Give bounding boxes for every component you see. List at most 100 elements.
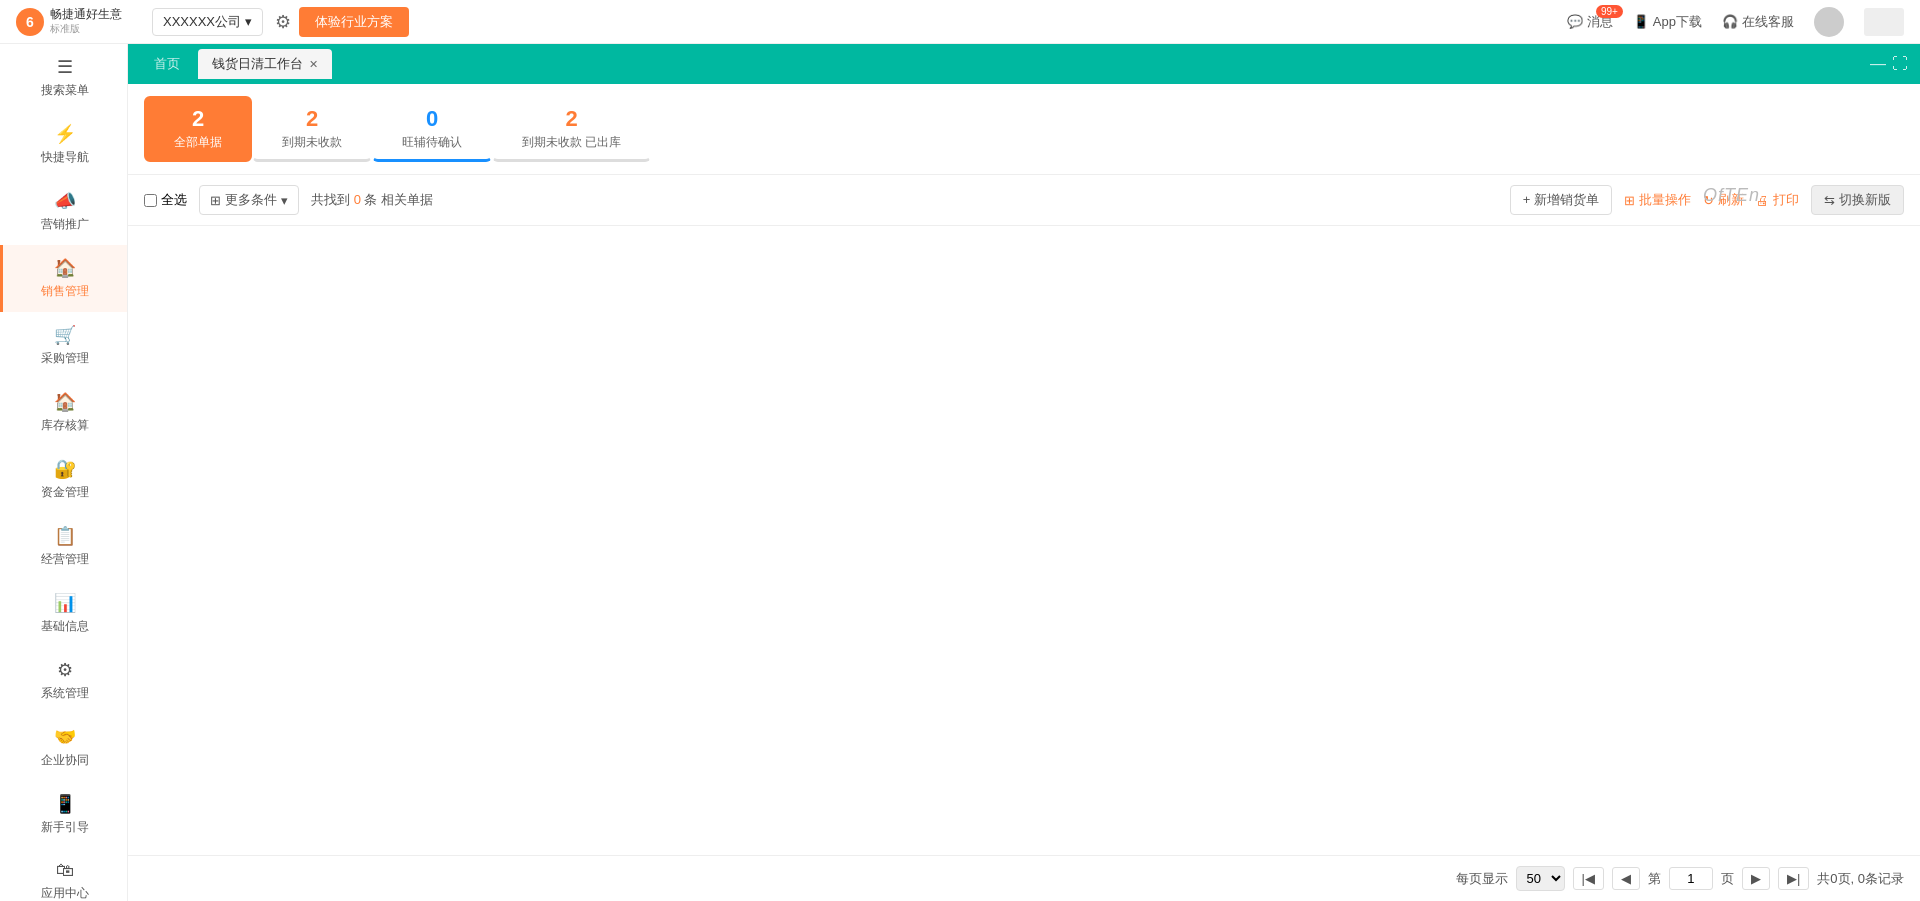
sidebar-item-marketing[interactable]: 📣 营销推广 bbox=[0, 178, 127, 245]
sidebar-label-inventory: 库存核算 bbox=[41, 417, 89, 434]
cooperation-icon: 🤝 bbox=[54, 726, 76, 748]
batch-label: 批量操作 bbox=[1639, 191, 1691, 209]
page-prev-button[interactable]: ◀ bbox=[1612, 867, 1640, 890]
summary-num-overdue: 2 bbox=[306, 106, 318, 132]
message-badge: 99+ bbox=[1596, 5, 1623, 18]
select-all-input[interactable] bbox=[144, 194, 157, 207]
sidebar-label-sales: 销售管理 bbox=[41, 283, 89, 300]
switch-button[interactable]: ⇆ 切换新版 bbox=[1811, 185, 1904, 215]
summary-label-overdue: 到期未收款 bbox=[282, 134, 342, 151]
sidebar-item-search-menu[interactable]: ☰ 搜索菜单 bbox=[0, 44, 127, 111]
quick-nav-icon: ⚡ bbox=[54, 123, 76, 145]
message-icon: 💬 bbox=[1567, 14, 1583, 29]
sidebar-label-basic-info: 基础信息 bbox=[41, 618, 89, 635]
sidebar-item-finance[interactable]: 🔐 资金管理 bbox=[0, 446, 127, 513]
page-input[interactable] bbox=[1669, 867, 1713, 890]
tab-home-label: 首页 bbox=[154, 55, 180, 73]
logo-edition: 标准版 bbox=[50, 22, 122, 36]
summary-card-shipped[interactable]: 2 到期未收款 已出库 bbox=[492, 96, 651, 162]
tab-minimize-btn[interactable]: — bbox=[1870, 55, 1886, 73]
sidebar: ☰ 搜索菜单 ⚡ 快捷导航 📣 营销推广 🏠 销售管理 🛒 采购管理 🏠 库存核… bbox=[0, 44, 128, 901]
company-name: XXXXXX公司 bbox=[163, 13, 241, 31]
sidebar-item-quick-nav[interactable]: ⚡ 快捷导航 bbox=[0, 111, 127, 178]
main-layout: ☰ 搜索菜单 ⚡ 快捷导航 📣 营销推广 🏠 销售管理 🛒 采购管理 🏠 库存核… bbox=[0, 44, 1920, 901]
refresh-label: 刷新 bbox=[1718, 191, 1744, 209]
print-button[interactable]: 🖨 打印 bbox=[1756, 191, 1799, 209]
tab-close-icon[interactable]: ✕ bbox=[309, 58, 318, 71]
summary-card-all[interactable]: 2 全部单据 bbox=[144, 96, 252, 162]
experience-button[interactable]: 体验行业方案 bbox=[299, 7, 409, 37]
avatar[interactable] bbox=[1814, 7, 1844, 37]
tab-home[interactable]: 首页 bbox=[140, 49, 194, 79]
filter-label: 更多条件 bbox=[225, 191, 277, 209]
filter-chevron-icon: ▾ bbox=[281, 193, 288, 208]
page-first-button[interactable]: |◀ bbox=[1573, 867, 1604, 890]
sidebar-item-cooperation[interactable]: 🤝 企业协同 bbox=[0, 714, 127, 781]
logo-name: 畅捷通好生意 bbox=[50, 7, 122, 23]
page-next-button[interactable]: ▶ bbox=[1742, 867, 1770, 890]
toolbar-right: + 新增销货单 ⊞ 批量操作 ↻ 刷新 🖨 打印 ⇆ bbox=[1510, 185, 1904, 215]
sidebar-item-inventory[interactable]: 🏠 库存核算 bbox=[0, 379, 127, 446]
sidebar-item-system[interactable]: ⚙ 系统管理 bbox=[0, 647, 127, 714]
page-label-end: 页 bbox=[1721, 870, 1734, 888]
chevron-down-icon: ▾ bbox=[245, 14, 252, 29]
download-icon: 📱 bbox=[1633, 14, 1649, 29]
online-service-label: 在线客服 bbox=[1742, 13, 1794, 31]
switch-label: 切换新版 bbox=[1839, 191, 1891, 209]
refresh-icon: ↻ bbox=[1703, 193, 1714, 208]
marketing-icon: 📣 bbox=[54, 190, 76, 212]
toolbar: 全选 ⊞ 更多条件 ▾ 共找到 0 条 相关单据 + 新增销货单 ⊞ 批量操作 bbox=[128, 175, 1920, 226]
purchase-icon: 🛒 bbox=[54, 324, 76, 346]
page-size-select[interactable]: 50 bbox=[1516, 866, 1565, 891]
tab-cash-work-label: 钱货日清工作台 bbox=[212, 55, 303, 73]
summary-num-shipped: 2 bbox=[566, 106, 578, 132]
add-sales-button[interactable]: + 新增销货单 bbox=[1510, 185, 1612, 215]
filter-button[interactable]: ⊞ 更多条件 ▾ bbox=[199, 185, 299, 215]
company-selector[interactable]: XXXXXX公司 ▾ bbox=[152, 8, 263, 36]
summary-bar: 2 全部单据 2 到期未收款 0 旺辅待确认 2 到期未收款 已出库 bbox=[128, 84, 1920, 175]
sidebar-label-quick-nav: 快捷导航 bbox=[41, 149, 89, 166]
summary-num-wangwang: 0 bbox=[426, 106, 438, 132]
summary-card-wangwang[interactable]: 0 旺辅待确认 bbox=[372, 96, 492, 162]
footer-bar: 每页显示 50 |◀ ◀ 第 页 ▶ ▶| 共0页, 0条记录 bbox=[128, 855, 1920, 901]
header-actions: ⚙ 体验行业方案 bbox=[275, 7, 409, 37]
sidebar-label-purchase: 采购管理 bbox=[41, 350, 89, 367]
tab-maximize-btn[interactable]: ⛶ bbox=[1892, 55, 1908, 73]
sidebar-item-app-center[interactable]: 🛍 应用中心 bbox=[0, 848, 127, 901]
system-icon: ⚙ bbox=[57, 659, 73, 681]
sidebar-item-guide[interactable]: 📱 新手引导 bbox=[0, 781, 127, 848]
tab-bar-actions: — ⛶ bbox=[1870, 55, 1908, 73]
app-center-icon: 🛍 bbox=[56, 860, 74, 881]
sidebar-label-system: 系统管理 bbox=[41, 685, 89, 702]
batch-button[interactable]: ⊞ 批量操作 bbox=[1624, 191, 1691, 209]
user-extra[interactable] bbox=[1864, 8, 1904, 36]
summary-label-all: 全部单据 bbox=[174, 134, 222, 151]
gear-icon[interactable]: ⚙ bbox=[275, 11, 291, 33]
tab-cash-work[interactable]: 钱货日清工作台 ✕ bbox=[198, 49, 332, 79]
sidebar-item-purchase[interactable]: 🛒 采购管理 bbox=[0, 312, 127, 379]
guide-icon: 📱 bbox=[54, 793, 76, 815]
summary-card-overdue[interactable]: 2 到期未收款 bbox=[252, 96, 372, 162]
message-item[interactable]: 💬 消息 99+ bbox=[1567, 13, 1613, 31]
summary-label-shipped: 到期未收款 已出库 bbox=[522, 134, 621, 151]
sidebar-item-basic-info[interactable]: 📊 基础信息 bbox=[0, 580, 127, 647]
sidebar-label-guide: 新手引导 bbox=[41, 819, 89, 836]
select-all-checkbox[interactable]: 全选 bbox=[144, 191, 187, 209]
print-icon: 🖨 bbox=[1756, 193, 1769, 208]
total-info: 共0页, 0条记录 bbox=[1817, 870, 1904, 888]
content-area: 首页 钱货日清工作台 ✕ — ⛶ 2 全部单据 2 到期未收款 bbox=[128, 44, 1920, 901]
app-download-item[interactable]: 📱 App下载 bbox=[1633, 13, 1702, 31]
page-last-button[interactable]: ▶| bbox=[1778, 867, 1809, 890]
online-service-item[interactable]: 🎧 在线客服 bbox=[1722, 13, 1794, 31]
sidebar-label-finance: 资金管理 bbox=[41, 484, 89, 501]
service-icon: 🎧 bbox=[1722, 14, 1738, 29]
inventory-icon: 🏠 bbox=[54, 391, 76, 413]
found-text: 共找到 0 条 相关单据 bbox=[311, 191, 433, 209]
sidebar-item-operation[interactable]: 📋 经营管理 bbox=[0, 513, 127, 580]
basic-info-icon: 📊 bbox=[54, 592, 76, 614]
logo-icon: 6 bbox=[16, 8, 44, 36]
refresh-button[interactable]: ↻ 刷新 bbox=[1703, 191, 1744, 209]
sidebar-label-marketing: 营销推广 bbox=[41, 216, 89, 233]
summary-label-wangwang: 旺辅待确认 bbox=[402, 134, 462, 151]
sidebar-item-sales[interactable]: 🏠 销售管理 bbox=[0, 245, 127, 312]
